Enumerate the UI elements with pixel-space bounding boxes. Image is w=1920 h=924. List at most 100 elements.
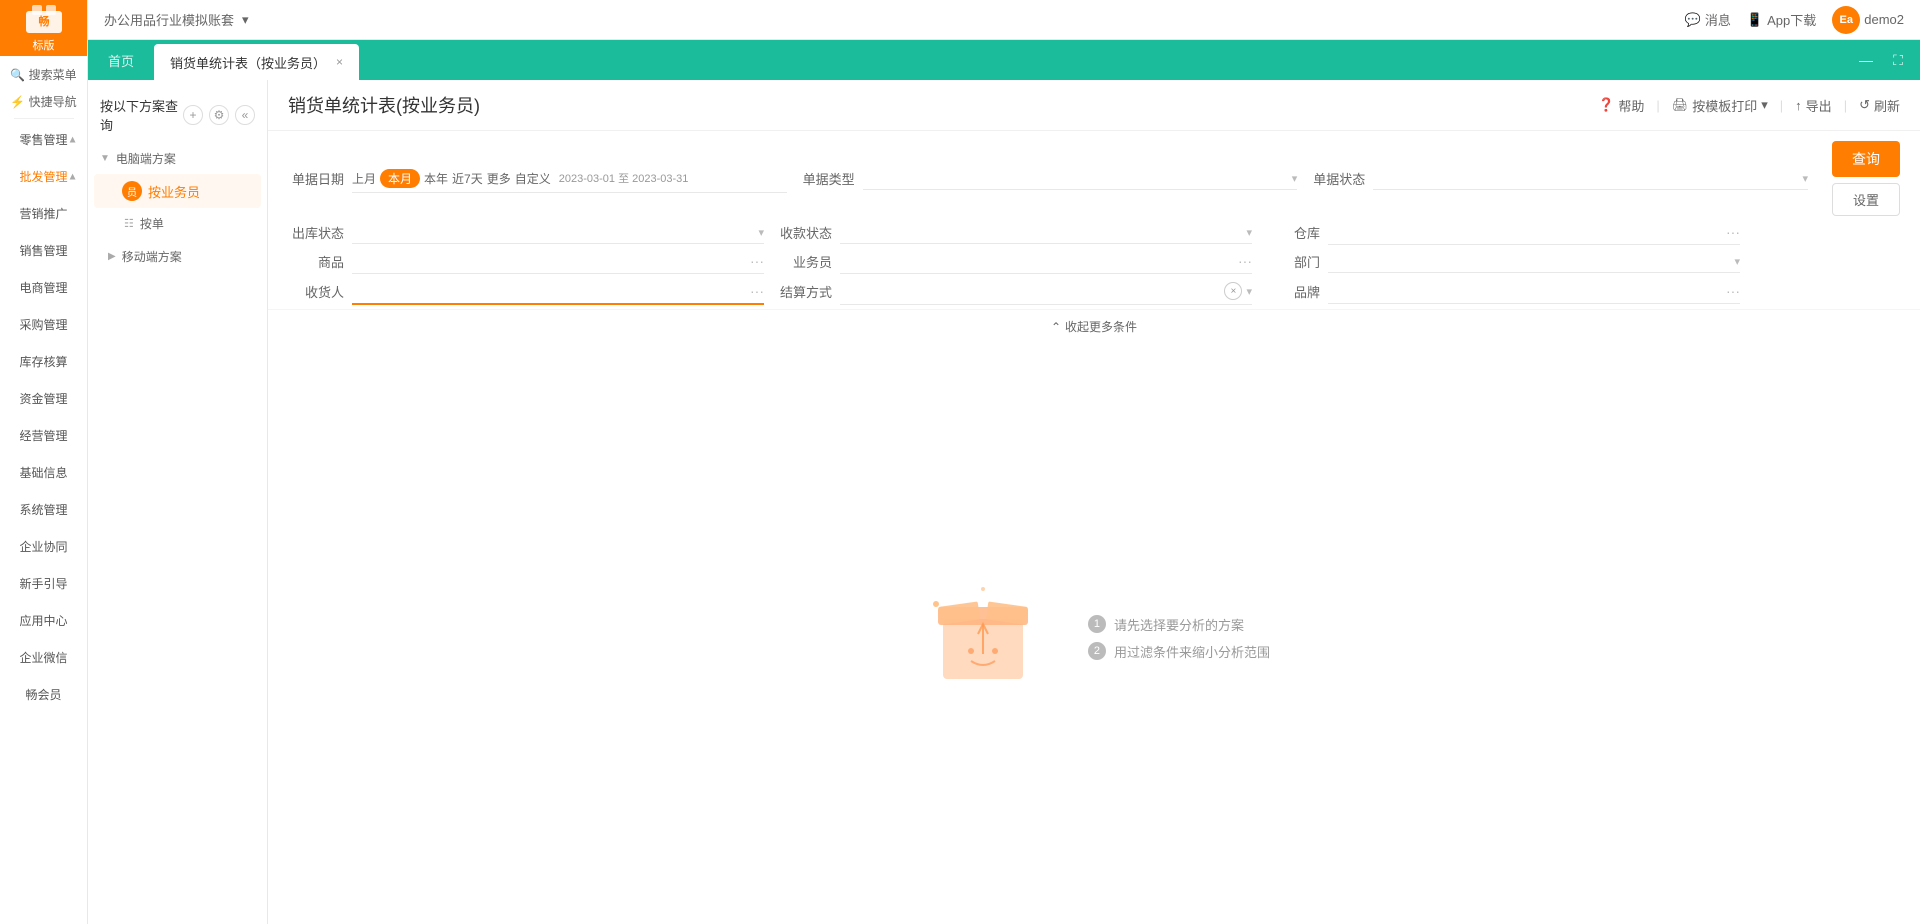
tab-close-button[interactable]: ×: [336, 55, 343, 69]
out-status-input[interactable]: ▾: [352, 222, 764, 244]
svg-text:畅: 畅: [38, 14, 49, 28]
brand-input[interactable]: ···: [1328, 279, 1740, 304]
warehouse-input[interactable]: ···: [1328, 220, 1740, 245]
newbie-label: 新手引导: [19, 575, 67, 592]
goods-label: 商品: [288, 252, 344, 271]
settings-scheme-button[interactable]: ⚙: [209, 105, 229, 125]
date-btn-last7[interactable]: 近7天: [452, 170, 483, 187]
sidebar-item-sales[interactable]: 销售管理: [0, 232, 88, 269]
receiver-input[interactable]: ···: [352, 279, 764, 305]
salesperson-icon: 员: [122, 181, 142, 201]
query-button[interactable]: 查询: [1832, 141, 1900, 177]
app-download-button[interactable]: 📱 App下载: [1747, 10, 1816, 29]
collapse-button[interactable]: ⌃ 收起更多条件: [1051, 318, 1137, 335]
sidebar-nav[interactable]: ⚡ 快捷导航: [0, 89, 87, 116]
date-btn-thismonth[interactable]: 本月: [380, 169, 420, 188]
help-label: 帮助: [1618, 96, 1644, 115]
payment-status-input[interactable]: ▾: [840, 222, 1252, 244]
tab-minimize-button[interactable]: —: [1852, 46, 1880, 74]
logo-icon: 畅: [24, 3, 64, 35]
tree-item-salesperson[interactable]: 员 按业务员: [94, 174, 261, 208]
print-button[interactable]: 🖨 按模板打印 ▾: [1672, 96, 1768, 115]
hint-1-num: 1: [1088, 615, 1106, 633]
date-btn-lastmonth[interactable]: 上月: [352, 170, 376, 187]
retail-arrow: ▲: [68, 134, 78, 145]
tab-maximize-button[interactable]: ⛶: [1884, 46, 1912, 74]
receiver-group: 收货人 ···: [288, 278, 764, 305]
date-btn-custom[interactable]: 自定义: [515, 170, 551, 187]
collapse-panel-button[interactable]: «: [235, 105, 255, 125]
goods-input[interactable]: ···: [352, 249, 764, 274]
salesperson-input[interactable]: ···: [840, 249, 1252, 274]
payment-arrow: ▾: [1246, 226, 1252, 239]
tree-sub-order[interactable]: ☷ 按单: [88, 209, 267, 238]
doc-status-group: 单据状态 ▾: [1309, 165, 1808, 193]
retail-label: 零售管理: [19, 131, 67, 148]
date-btn-thisyear[interactable]: 本年: [424, 170, 448, 187]
help-button[interactable]: ❓ 帮助: [1598, 96, 1644, 115]
sidebar-item-newbie[interactable]: 新手引导: [0, 565, 88, 602]
empty-hints: 1 请先选择要分析的方案 2 用过滤条件来缩小分析范围: [1088, 615, 1270, 669]
sidebar-item-basic[interactable]: 基础信息: [0, 454, 88, 491]
settlement-clear-button[interactable]: ×: [1224, 282, 1242, 300]
sidebar-item-system[interactable]: 系统管理: [0, 491, 88, 528]
sidebar-item-finance[interactable]: 资金管理: [0, 380, 88, 417]
empty-content: 1 请先选择要分析的方案 2 用过滤条件来缩小分析范围: [918, 579, 1270, 689]
quick-nav-label[interactable]: ⚡ 快捷导航: [10, 95, 76, 109]
sidebar-item-inventory[interactable]: 库存核算: [0, 343, 88, 380]
out-status-arrow: ▾: [758, 226, 764, 239]
wholesale-arrow: ▲: [68, 171, 78, 182]
brand-group: 品牌 ···: [1264, 278, 1740, 305]
empty-hint-1: 1 请先选择要分析的方案: [1088, 615, 1270, 634]
doc-type-label: 单据类型: [799, 169, 855, 188]
search-label[interactable]: 🔍 搜索菜单: [10, 68, 76, 82]
sidebar-search[interactable]: 🔍 搜索菜单: [0, 56, 87, 89]
operations-label: 经营管理: [19, 427, 67, 444]
sidebar-item-marketing[interactable]: 营销推广: [0, 195, 88, 232]
user-menu[interactable]: Ea demo2: [1832, 6, 1904, 34]
purchase-label: 采购管理: [19, 316, 67, 333]
sidebar-item-operations[interactable]: 经营管理: [0, 417, 88, 454]
date-range-display: 2023-03-01 至 2023-03-31: [559, 170, 689, 186]
logo[interactable]: 畅 标版: [0, 0, 88, 56]
settlement-input[interactable]: × ▾: [840, 278, 1252, 305]
desktop-group-header[interactable]: ▼ 电脑端方案: [88, 144, 267, 173]
date-input[interactable]: 上月 本月 本年 近7天 更多 自定义 2023-03-01 至 2023-03…: [352, 165, 787, 193]
sidebar-item-ecommerce[interactable]: 电商管理: [0, 269, 88, 306]
tree-group-mobile: ▶ 移动端方案: [88, 242, 267, 271]
add-scheme-button[interactable]: +: [183, 105, 203, 125]
hint-2-text: 用过滤条件来缩小分析范围: [1114, 642, 1270, 661]
divider-1: [14, 118, 74, 119]
doc-type-input[interactable]: ▾: [863, 168, 1298, 190]
doc-status-input[interactable]: ▾: [1373, 168, 1808, 190]
warehouse-dots: ···: [1726, 224, 1740, 240]
refresh-button[interactable]: ↺ 刷新: [1859, 96, 1900, 115]
message-label: 消息: [1705, 10, 1731, 29]
left-panel-actions: + ⚙ «: [183, 105, 255, 125]
message-button[interactable]: 💬 消息: [1685, 10, 1731, 29]
sidebar-item-wholesale[interactable]: 批发管理 ▲: [0, 158, 88, 195]
tab-sales-report[interactable]: 销货单统计表（按业务员） ×: [154, 44, 359, 80]
sidebar-item-retail[interactable]: 零售管理 ▲: [0, 121, 88, 158]
user-name: demo2: [1864, 12, 1904, 27]
department-input[interactable]: ▾: [1328, 251, 1740, 273]
sidebar-item-enterprise[interactable]: 企业协同: [0, 528, 88, 565]
export-button[interactable]: ↑ 导出: [1795, 96, 1832, 115]
department-label: 部门: [1264, 252, 1320, 271]
sidebar-item-wechat[interactable]: 企业微信: [0, 639, 88, 676]
doc-status-label: 单据状态: [1309, 169, 1365, 188]
goods-group: 商品 ···: [288, 249, 764, 274]
sidebar-item-member[interactable]: 畅会员: [0, 676, 88, 713]
date-btn-more[interactable]: 更多: [487, 170, 511, 187]
sidebar: 畅 标版 🔍 搜索菜单 ⚡ 快捷导航 零售管理 ▲ 批发管理 ▲ 营销推广 销售…: [0, 0, 88, 924]
sidebar-item-purchase[interactable]: 采购管理: [0, 306, 88, 343]
left-panel-header: 按以下方案查询 + ⚙ «: [88, 90, 267, 140]
tabbar-actions: — ⛶: [1852, 46, 1920, 74]
mobile-group-header[interactable]: ▶ 移动端方案: [88, 242, 267, 271]
sidebar-item-appstore[interactable]: 应用中心: [0, 602, 88, 639]
topbar-left: 办公用品行业模拟账套 ▾: [104, 10, 249, 29]
tab-home[interactable]: 首页: [88, 40, 154, 80]
collapse-label: 收起更多条件: [1065, 318, 1137, 335]
settings-button[interactable]: 设置: [1832, 183, 1900, 216]
breadcrumb: 办公用品行业模拟账套: [104, 10, 234, 29]
